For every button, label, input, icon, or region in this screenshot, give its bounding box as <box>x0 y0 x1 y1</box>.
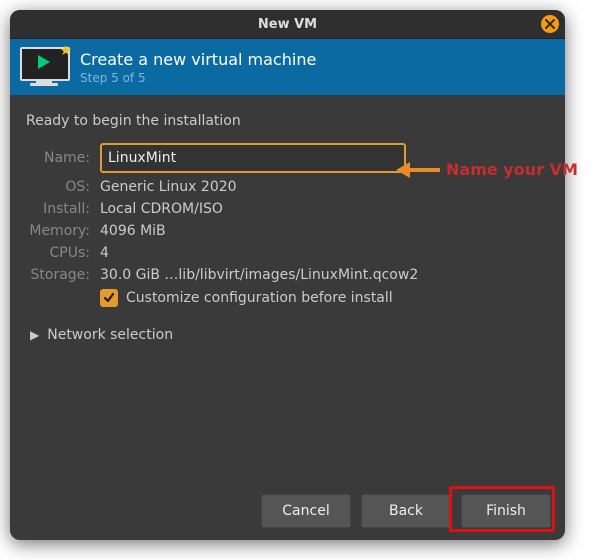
dialog-body: Ready to begin the installation Name: OS… <box>10 95 565 353</box>
finish-button[interactable]: Finish <box>461 494 551 528</box>
window-title: New VM <box>258 17 317 32</box>
name-label: Name: <box>26 150 90 166</box>
customize-label: Customize configuration before install <box>126 290 393 306</box>
network-selection-expander[interactable]: ▶ Network selection <box>30 327 549 343</box>
checkmark-icon <box>103 292 115 304</box>
cpus-value: 4 <box>100 245 109 261</box>
dialog-footer: Cancel Back Finish <box>261 494 551 528</box>
network-selection-label: Network selection <box>47 327 173 343</box>
storage-value: 30.0 GiB …lib/libvirt/images/LinuxMint.q… <box>100 267 418 283</box>
memory-label: Memory: <box>26 223 90 239</box>
back-button[interactable]: Back <box>361 494 451 528</box>
ready-text: Ready to begin the installation <box>26 113 549 129</box>
install-label: Install: <box>26 201 90 217</box>
install-value: Local CDROM/ISO <box>100 201 223 217</box>
cpus-label: CPUs: <box>26 245 90 261</box>
close-icon <box>545 19 555 29</box>
os-value: Generic Linux 2020 <box>100 179 237 195</box>
close-button[interactable] <box>541 15 559 33</box>
wizard-banner: ★ Create a new virtual machine Step 5 of… <box>10 39 565 95</box>
banner-step: Step 5 of 5 <box>80 71 316 85</box>
banner-heading: Create a new virtual machine <box>80 50 316 69</box>
cancel-button[interactable]: Cancel <box>261 494 351 528</box>
new-vm-dialog: New VM ★ Create a new virtual machine St… <box>10 10 565 540</box>
vm-monitor-icon: ★ <box>20 47 68 87</box>
os-label: OS: <box>26 179 90 195</box>
storage-label: Storage: <box>26 267 90 283</box>
vm-name-input[interactable] <box>100 143 406 173</box>
memory-value: 4096 MiB <box>100 223 166 239</box>
titlebar: New VM <box>10 10 565 39</box>
customize-checkbox[interactable] <box>100 289 118 307</box>
chevron-right-icon: ▶ <box>30 328 39 342</box>
